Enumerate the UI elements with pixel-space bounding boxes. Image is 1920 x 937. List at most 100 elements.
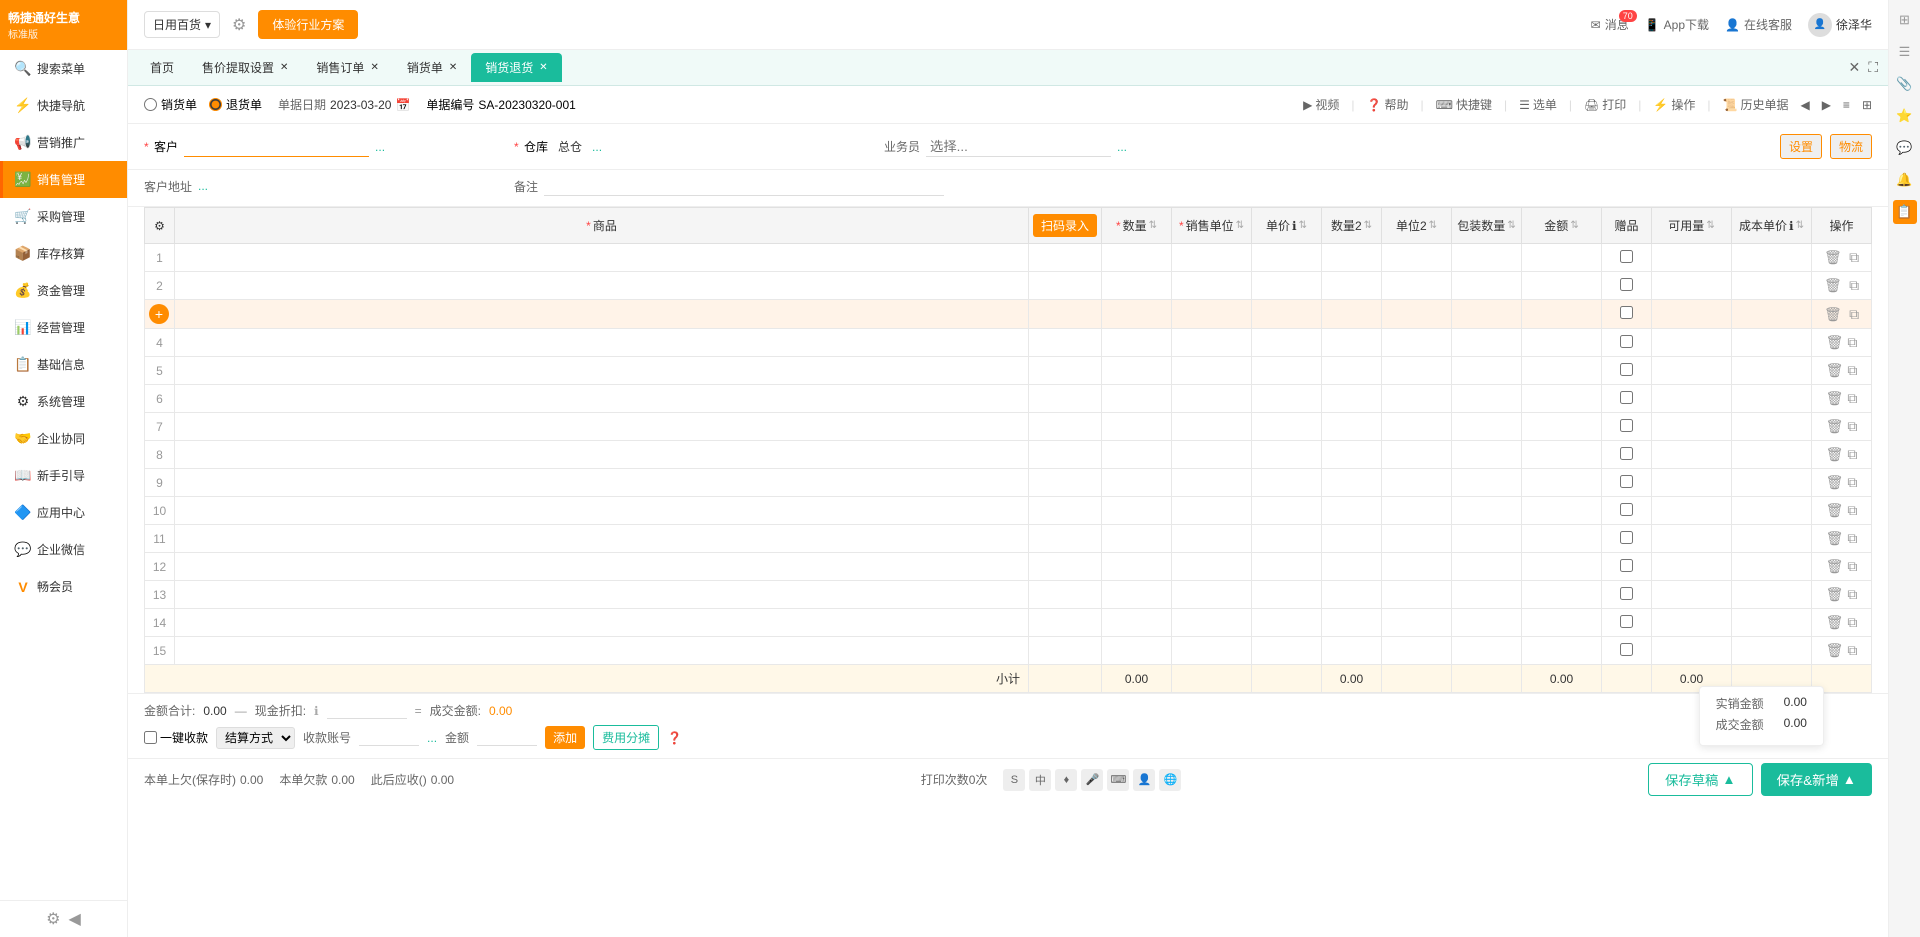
toolbar-help-btn[interactable]: ❓ 帮助	[1367, 96, 1409, 113]
gift-checkbox[interactable]	[1620, 419, 1633, 432]
copy-row-icon[interactable]: ⧉	[1849, 306, 1859, 322]
right-panel-btn-1[interactable]: ⊞	[1893, 8, 1917, 32]
delete-row-icon[interactable]: 🗑	[1826, 334, 1844, 350]
expense-split-button[interactable]: 费用分摊	[593, 725, 659, 750]
copy-row-icon[interactable]: ⧉	[1847, 334, 1857, 350]
gift-checkbox[interactable]	[1620, 250, 1633, 263]
delete-row-icon[interactable]: 🗑	[1824, 277, 1842, 293]
gift-cell[interactable]	[1602, 244, 1652, 272]
sidebar-item-enterprise[interactable]: 🤝 企业协同	[0, 420, 127, 457]
customer-addr-dots[interactable]: ...	[198, 179, 208, 193]
product-cell-active[interactable]	[175, 300, 1029, 329]
customer-input[interactable]	[184, 137, 369, 157]
gift-cell[interactable]	[1602, 300, 1652, 329]
amount-cell[interactable]	[1522, 244, 1602, 272]
toolbar-shortcut-btn[interactable]: ⌨ 快捷键	[1436, 96, 1492, 113]
avail-cell[interactable]	[1652, 300, 1732, 329]
save-new-button[interactable]: 保存&新增 ▲	[1761, 763, 1872, 796]
gift-checkbox[interactable]	[1620, 587, 1633, 600]
sales-unit-cell[interactable]	[1172, 244, 1252, 272]
radio-sales[interactable]: 销货单	[144, 96, 197, 113]
copy-row-icon[interactable]: ⧉	[1847, 390, 1857, 406]
notes-input[interactable]	[544, 176, 944, 196]
price-cell[interactable]	[1252, 300, 1322, 329]
unit2-sort-icon[interactable]: ⇅	[1429, 220, 1437, 231]
avail-sort-icon[interactable]: ⇅	[1706, 220, 1714, 231]
bottom-icon-3[interactable]: ♦	[1055, 769, 1077, 791]
qty-cell[interactable]	[1102, 300, 1172, 329]
online-service-button[interactable]: 👤 在线客服	[1725, 16, 1792, 33]
sidebar-item-marketing[interactable]: 📢 营销推广	[0, 124, 127, 161]
user-menu[interactable]: 👤 徐泽华	[1808, 13, 1872, 37]
qty2-sort-icon[interactable]: ⇅	[1364, 220, 1372, 231]
gift-checkbox[interactable]	[1620, 503, 1633, 516]
sidebar-item-operations[interactable]: 📊 经营管理	[0, 309, 127, 346]
copy-row-icon[interactable]: ⧉	[1849, 277, 1859, 293]
discount-input[interactable]	[327, 703, 407, 719]
delete-row-icon[interactable]: 🗑	[1826, 614, 1844, 630]
tab-sales-order-close[interactable]: ✕	[370, 62, 378, 73]
price-sort-icon[interactable]: ⇅	[1299, 220, 1307, 231]
right-panel-btn-5[interactable]: 💬	[1893, 136, 1917, 160]
qty-sort-icon[interactable]: ⇅	[1149, 220, 1157, 231]
radio-return-input[interactable]	[209, 98, 222, 111]
toolbar-select-btn[interactable]: ☰ 选单	[1519, 96, 1557, 113]
bottom-icon-5[interactable]: ⌨	[1107, 769, 1129, 791]
copy-row-icon[interactable]: ⧉	[1847, 446, 1857, 462]
gift-checkbox[interactable]	[1620, 475, 1633, 488]
nav-dropdown[interactable]: 日用百货 ▾	[144, 11, 220, 38]
right-panel-btn-6[interactable]: 🔔	[1893, 168, 1917, 192]
tab-home[interactable]: 首页	[136, 53, 188, 82]
sidebar-item-purchase[interactable]: 🛒 采购管理	[0, 198, 127, 235]
app-download-button[interactable]: 📱 App下载	[1645, 16, 1709, 33]
copy-row-icon[interactable]: ⧉	[1849, 249, 1859, 265]
salesperson-input[interactable]	[926, 137, 1111, 157]
radio-return[interactable]: 退货单	[209, 96, 262, 113]
sidebar-item-guide[interactable]: 📖 新手引导	[0, 457, 127, 494]
copy-row-icon[interactable]: ⧉	[1847, 530, 1857, 546]
delete-row-icon[interactable]: 🗑	[1826, 586, 1844, 602]
amount-cell[interactable]	[1522, 272, 1602, 300]
delete-row-icon[interactable]: 🗑	[1826, 362, 1844, 378]
amount-sort-icon[interactable]: ⇅	[1570, 220, 1578, 231]
toolbar-operate-btn[interactable]: ⚡ 操作	[1653, 96, 1695, 113]
tab-price-setting-close[interactable]: ✕	[280, 62, 288, 73]
amount-cell[interactable]	[1522, 300, 1602, 329]
toolbar-history-btn[interactable]: 📜 历史单据	[1722, 96, 1788, 113]
qty2-cell[interactable]	[1322, 272, 1382, 300]
cost-unit-cell[interactable]	[1732, 272, 1812, 300]
bottom-icon-1[interactable]: S	[1003, 769, 1025, 791]
topbar-settings-icon[interactable]: ⚙	[232, 15, 246, 35]
sidebar-item-search[interactable]: 🔍 搜索菜单	[0, 50, 127, 87]
tab-sales-return[interactable]: 销货退货 ✕	[471, 53, 561, 82]
trial-button[interactable]: 体验行业方案	[258, 10, 358, 39]
one-click-payment-checkbox[interactable]: 一键收款	[144, 729, 208, 746]
toolbar-list-view-btn[interactable]: ≡	[1843, 98, 1850, 112]
sidebar-item-system[interactable]: ⚙ 系统管理	[0, 383, 127, 420]
copy-row-icon[interactable]: ⧉	[1847, 502, 1857, 518]
gift-checkbox[interactable]	[1620, 447, 1633, 460]
sidebar-item-inventory[interactable]: 📦 库存核算	[0, 235, 127, 272]
sidebar-item-shortcuts[interactable]: ⚡ 快捷导航	[0, 87, 127, 124]
delete-row-icon[interactable]: 🗑	[1826, 530, 1844, 546]
sidebar-item-sales[interactable]: 💹 销售管理	[0, 161, 127, 198]
tab-price-setting[interactable]: 售价提取设置 ✕	[188, 53, 302, 82]
tab-expand-icon[interactable]: ⛶	[1866, 57, 1880, 78]
bottom-icon-6[interactable]: 👤	[1133, 769, 1155, 791]
copy-row-icon[interactable]: ⧉	[1847, 586, 1857, 602]
gift-checkbox[interactable]	[1620, 643, 1633, 656]
delete-row-icon[interactable]: 🗑	[1826, 418, 1844, 434]
price-cell[interactable]	[1252, 244, 1322, 272]
delete-row-icon[interactable]: 🗑	[1826, 446, 1844, 462]
scan-button[interactable]: 扫码录入	[1033, 214, 1097, 237]
cost-sort-icon[interactable]: ⇅	[1796, 220, 1804, 231]
product-input[interactable]	[179, 307, 1024, 322]
delete-row-icon[interactable]: 🗑	[1826, 502, 1844, 518]
tab-close-all-icon[interactable]: ✕	[1846, 57, 1862, 78]
gift-checkbox[interactable]	[1620, 306, 1633, 319]
toolbar-grid-view-btn[interactable]: ⊞	[1862, 98, 1872, 112]
sidebar-item-wechat[interactable]: 💬 企业微信	[0, 531, 127, 568]
warehouse-dots[interactable]: ...	[592, 140, 602, 154]
gift-checkbox[interactable]	[1620, 531, 1633, 544]
cost-unit-cell[interactable]	[1732, 244, 1812, 272]
